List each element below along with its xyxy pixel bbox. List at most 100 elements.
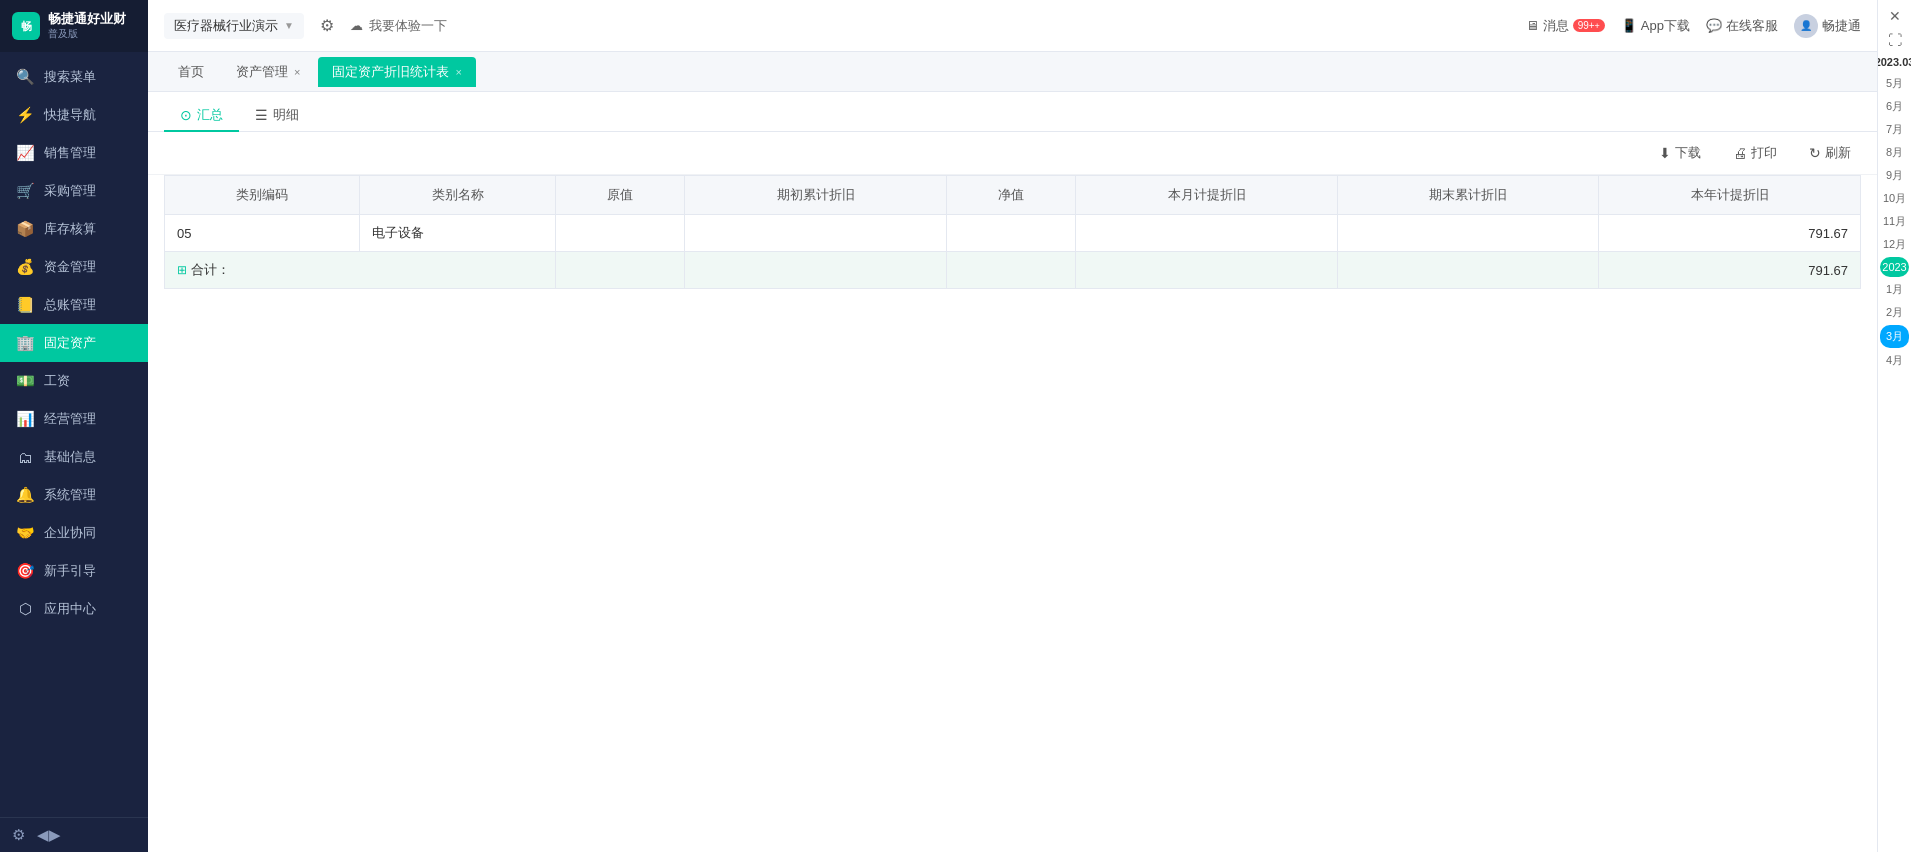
refresh-label: 刷新 — [1825, 144, 1851, 162]
right-panel-close-btn[interactable]: ✕ — [1878, 4, 1911, 28]
month-item[interactable]: 6月 — [1877, 95, 1911, 118]
customer-service-label: 在线客服 — [1726, 17, 1778, 35]
sidebar-item-label: 系统管理 — [44, 486, 96, 504]
month-item[interactable]: 8月 — [1877, 141, 1911, 164]
month-item[interactable]: 10月 — [1877, 187, 1911, 210]
sidebar-item-基础信息[interactable]: 🗂基础信息 — [0, 438, 148, 476]
sidebar-item-icon: 🤝 — [16, 524, 34, 542]
sidebar-item-工资[interactable]: 💵工资 — [0, 362, 148, 400]
sidebar-item-icon: 💵 — [16, 372, 34, 390]
avatar: 👤 — [1794, 14, 1818, 38]
sidebar-item-icon: 🏢 — [16, 334, 34, 352]
sidebar-item-新手引导[interactable]: 🎯新手引导 — [0, 552, 148, 590]
month-item[interactable]: 2月 — [1877, 301, 1911, 324]
company-dropdown-icon: ▼ — [284, 20, 294, 31]
sub-tab-summary[interactable]: ⊙ 汇总 — [164, 100, 239, 132]
cell-annual-dep: 791.67 — [1599, 215, 1861, 252]
tab-home-label: 首页 — [178, 63, 204, 81]
depreciation-table: 类别编码 类别名称 原值 期初累计折旧 净值 本月计提折旧 期末累计折旧 本年计… — [164, 175, 1861, 289]
sidebar-item-label: 销售管理 — [44, 144, 96, 162]
user-btn[interactable]: 👤 畅捷通 — [1794, 14, 1861, 38]
month-item[interactable]: 1月 — [1877, 278, 1911, 301]
page-content: ⊙ 汇总 ☰ 明细 ⬇ 下载 🖨 打印 ↻ 刷新 — [148, 92, 1877, 852]
cell-initial-dep — [685, 215, 947, 252]
sidebar-item-icon: 🎯 — [16, 562, 34, 580]
month-item[interactable]: 5月 — [1877, 72, 1911, 95]
col-code: 类别编码 — [165, 176, 360, 215]
download-icon: ⬇ — [1659, 145, 1671, 161]
app-title-group: 畅捷通好业财 普及版 — [48, 11, 126, 41]
experience-btn[interactable]: ☁ 我要体验一下 — [350, 17, 447, 35]
app-download-label: App下载 — [1641, 17, 1690, 35]
sidebar-item-快捷导航[interactable]: ⚡快捷导航 — [0, 96, 148, 134]
company-name: 医疗器械行业演示 — [174, 17, 278, 35]
app-logo: 畅 — [12, 12, 40, 40]
tab-fixed-asset-depreciation-close[interactable]: × — [455, 66, 461, 78]
refresh-btn[interactable]: ↻ 刷新 — [1799, 140, 1861, 166]
sidebar-item-库存核算[interactable]: 📦库存核算 — [0, 210, 148, 248]
notifications-btn[interactable]: 🖥 消息 99++ — [1526, 17, 1605, 35]
summary-period-dep — [1337, 252, 1599, 289]
company-selector[interactable]: 医疗器械行业演示 ▼ — [164, 13, 304, 39]
summary-initial-dep — [685, 252, 947, 289]
tab-asset-management[interactable]: 资产管理 × — [222, 57, 314, 87]
sidebar-item-label: 企业协同 — [44, 524, 96, 542]
download-label: 下载 — [1675, 144, 1701, 162]
sub-tab-detail[interactable]: ☰ 明细 — [239, 100, 315, 132]
print-icon: 🖨 — [1733, 145, 1747, 161]
settings-icon[interactable]: ⚙ — [12, 826, 25, 844]
col-net-value: 净值 — [946, 176, 1075, 215]
sidebar-item-label: 搜索菜单 — [44, 68, 96, 86]
right-panel-expand-btn[interactable]: ⛶ — [1878, 28, 1911, 52]
app-title: 畅捷通好业财 — [48, 11, 126, 27]
table-row: 05 电子设备 791.67 — [165, 215, 1861, 252]
sidebar-item-经营管理[interactable]: 📊经营管理 — [0, 400, 148, 438]
service-icon: 💬 — [1706, 18, 1722, 33]
table-container: 类别编码 类别名称 原值 期初累计折旧 净值 本月计提折旧 期末累计折旧 本年计… — [148, 175, 1877, 852]
sidebar-item-icon: 📦 — [16, 220, 34, 238]
sidebar-item-icon: 🔔 — [16, 486, 34, 504]
sidebar-item-固定资产[interactable]: 🏢固定资产 — [0, 324, 148, 362]
collapse-icon[interactable]: ◀▶ — [37, 826, 61, 844]
sidebar-item-icon: 🛒 — [16, 182, 34, 200]
month-item[interactable]: 3月 — [1880, 325, 1908, 348]
month-item[interactable]: 11月 — [1877, 210, 1911, 233]
sidebar-item-label: 总账管理 — [44, 296, 96, 314]
tab-fixed-asset-depreciation[interactable]: 固定资产折旧统计表 × — [318, 57, 475, 87]
sidebar-item-icon: 📊 — [16, 410, 34, 428]
cloud-icon: ☁ — [350, 18, 363, 33]
notifications-label: 消息 — [1543, 17, 1569, 35]
cell-name: 电子设备 — [360, 215, 555, 252]
user-label: 畅捷通 — [1822, 17, 1861, 35]
summary-monthly-dep — [1076, 252, 1338, 289]
sidebar-item-icon: 🗂 — [16, 449, 34, 466]
sidebar-item-资金管理[interactable]: 💰资金管理 — [0, 248, 148, 286]
month-item[interactable]: 4月 — [1877, 349, 1911, 372]
month-item[interactable]: 9月 — [1877, 164, 1911, 187]
year-marker[interactable]: 2023 — [1880, 257, 1908, 277]
col-initial-depreciation: 期初累计折旧 — [685, 176, 947, 215]
col-monthly-depreciation: 本月计提折旧 — [1076, 176, 1338, 215]
month-item[interactable]: 7月 — [1877, 118, 1911, 141]
sidebar-item-系统管理[interactable]: 🔔 系统管理 — [0, 476, 148, 514]
download-btn[interactable]: ⬇ 下载 — [1649, 140, 1711, 166]
sidebar-item-应用中心[interactable]: ⬡应用中心 — [0, 590, 148, 628]
sidebar-item-销售管理[interactable]: 📈销售管理 — [0, 134, 148, 172]
customer-service-btn[interactable]: 💬 在线客服 — [1706, 17, 1778, 35]
cell-net — [946, 215, 1075, 252]
col-name: 类别名称 — [360, 176, 555, 215]
sidebar-item-总账管理[interactable]: 📒总账管理 — [0, 286, 148, 324]
month-item[interactable]: 12月 — [1877, 233, 1911, 256]
app-download-btn[interactable]: 📱 App下载 — [1621, 17, 1690, 35]
sidebar-item-搜索菜单[interactable]: 🔍搜索菜单 — [0, 58, 148, 96]
tab-asset-management-close[interactable]: × — [294, 66, 300, 78]
tab-home[interactable]: 首页 — [164, 57, 218, 87]
sidebar-item-采购管理[interactable]: 🛒采购管理 — [0, 172, 148, 210]
topbar-settings-icon[interactable]: ⚙ — [316, 12, 338, 39]
sub-tabs: ⊙ 汇总 ☰ 明细 — [148, 92, 1877, 132]
print-label: 打印 — [1751, 144, 1777, 162]
sub-tab-detail-label: 明细 — [273, 106, 299, 124]
sidebar-item-企业协同[interactable]: 🤝 企业协同 — [0, 514, 148, 552]
print-btn[interactable]: 🖨 打印 — [1723, 140, 1787, 166]
tab-asset-management-label: 资产管理 — [236, 63, 288, 81]
